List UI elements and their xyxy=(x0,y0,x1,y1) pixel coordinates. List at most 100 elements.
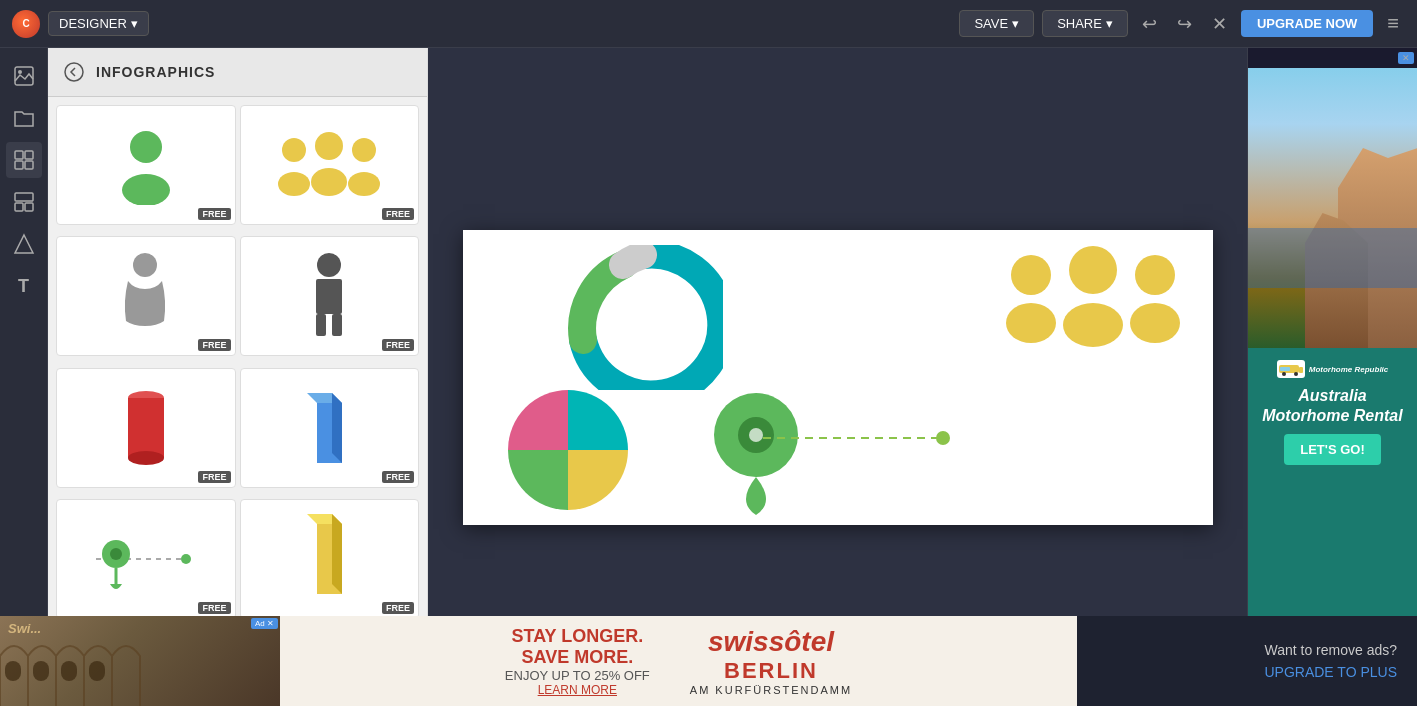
app-logo: C xyxy=(12,10,40,38)
svg-rect-5 xyxy=(25,161,33,169)
sidebar-item-images[interactable] xyxy=(6,58,42,94)
ad-brand-name: Motorhome Republic xyxy=(1309,365,1389,374)
svg-rect-6 xyxy=(15,193,33,201)
svg-point-12 xyxy=(122,174,170,205)
share-label: SHARE xyxy=(1057,16,1102,31)
svg-rect-56 xyxy=(1280,367,1290,371)
swissotel-brand-name: swissôtel xyxy=(708,626,834,658)
ad-line3: ENJOY UP TO 25% OFF xyxy=(505,668,650,683)
redo-button[interactable]: ↪ xyxy=(1171,9,1198,39)
close-button[interactable]: ✕ xyxy=(1206,9,1233,39)
ad-x-button[interactable]: ✕ xyxy=(1398,52,1414,64)
right-ad-panel: ✕ Mo xyxy=(1247,48,1417,706)
bottom-ad-text: STAY LONGER. SAVE MORE. ENJOY UP TO 25% … xyxy=(505,626,650,697)
menu-button[interactable]: ≡ xyxy=(1381,8,1405,39)
ad-title: Australia Motorhome Rental xyxy=(1260,386,1405,426)
list-item[interactable]: FREE xyxy=(56,368,236,488)
toolbar: C DESIGNER ▾ SAVE ▾ SHARE ▾ ↩ ↪ ✕ UPGRAD… xyxy=(0,0,1417,48)
svg-point-43 xyxy=(749,428,763,442)
motorhome-icon xyxy=(1277,360,1305,378)
svg-point-51 xyxy=(1130,303,1180,343)
svg-marker-29 xyxy=(332,393,342,463)
infographics-panel: INFOGRAPHICS FREE xyxy=(48,48,428,706)
svg-point-15 xyxy=(315,132,343,160)
svg-rect-4 xyxy=(15,161,23,169)
sidebar-item-folders[interactable] xyxy=(6,100,42,136)
list-item[interactable]: FREE xyxy=(240,499,420,619)
svg-point-46 xyxy=(1011,255,1051,295)
svg-rect-22 xyxy=(316,314,326,336)
svg-point-14 xyxy=(278,172,310,196)
text-icon: T xyxy=(18,276,29,297)
pie-chart xyxy=(503,385,633,515)
free-badge: FREE xyxy=(198,339,230,351)
list-item[interactable]: FREE xyxy=(56,105,236,225)
free-badge: FREE xyxy=(382,471,414,483)
svg-point-54 xyxy=(1282,372,1286,376)
svg-rect-59 xyxy=(61,661,77,681)
ad-learn-more-link[interactable]: LEARN MORE xyxy=(505,683,650,697)
designer-dropdown[interactable]: DESIGNER ▾ xyxy=(48,11,149,36)
bottom-ad-brand-preview: Swi... xyxy=(8,621,41,636)
save-button[interactable]: SAVE ▾ xyxy=(959,10,1034,37)
list-item[interactable]: FREE xyxy=(56,236,236,356)
swissotel-logo: swissôtel BERLIN AM KURFÜRSTENDAMM xyxy=(690,626,852,696)
toolbar-right: SAVE ▾ SHARE ▾ ↩ ↪ ✕ UPGRADE NOW ≡ xyxy=(959,8,1405,39)
svg-rect-53 xyxy=(1299,367,1303,373)
svg-point-16 xyxy=(311,168,347,196)
svg-rect-7 xyxy=(15,203,23,211)
svg-point-49 xyxy=(1063,303,1123,347)
upgrade-to-plus-link[interactable]: UPGRADE TO PLUS xyxy=(1264,664,1397,680)
list-item[interactable]: FREE xyxy=(56,499,236,619)
svg-rect-60 xyxy=(89,661,105,681)
svg-rect-58 xyxy=(33,661,49,681)
list-item[interactable]: FREE xyxy=(240,105,420,225)
swissotel-city: BERLIN xyxy=(724,658,818,684)
main-layout: T INFOGRAPHICS FREE xyxy=(0,48,1417,706)
free-badge: FREE xyxy=(198,471,230,483)
bottom-ad-content: STAY LONGER. SAVE MORE. ENJOY UP TO 25% … xyxy=(280,616,1077,706)
panel-back-button[interactable] xyxy=(60,58,88,86)
ad-label: Ad xyxy=(255,619,265,628)
svg-point-26 xyxy=(128,451,164,465)
svg-point-48 xyxy=(1069,246,1117,294)
ad-cta-button[interactable]: LET'S GO! xyxy=(1284,434,1380,465)
share-chevron-icon: ▾ xyxy=(1106,16,1113,31)
svg-point-50 xyxy=(1135,255,1175,295)
save-label: SAVE xyxy=(974,16,1008,31)
list-item[interactable]: FREE xyxy=(240,368,420,488)
svg-rect-25 xyxy=(128,398,164,458)
panel-grid: FREE FREE xyxy=(48,97,427,706)
share-button[interactable]: SHARE ▾ xyxy=(1042,10,1128,37)
panel-title: INFOGRAPHICS xyxy=(96,64,215,80)
svg-rect-57 xyxy=(5,661,21,681)
svg-point-33 xyxy=(110,548,122,560)
list-item[interactable]: FREE xyxy=(240,236,420,356)
svg-point-47 xyxy=(1006,303,1056,343)
dotted-line xyxy=(763,423,963,453)
free-badge: FREE xyxy=(198,602,230,614)
chevron-down-icon: ▾ xyxy=(131,16,138,31)
canvas-people-group xyxy=(1003,245,1183,355)
sidebar-item-text[interactable]: T xyxy=(6,268,42,304)
svg-rect-23 xyxy=(332,314,342,336)
save-chevron-icon: ▾ xyxy=(1012,16,1019,31)
sidebar-item-grid[interactable] xyxy=(6,184,42,220)
svg-point-45 xyxy=(936,431,950,445)
svg-rect-8 xyxy=(25,203,33,211)
sidebar-item-layouts[interactable] xyxy=(6,142,42,178)
svg-marker-9 xyxy=(15,235,33,253)
upgrade-now-button[interactable]: UPGRADE NOW xyxy=(1241,10,1373,37)
svg-point-19 xyxy=(133,253,157,277)
canvas-board[interactable] xyxy=(463,230,1213,525)
svg-point-18 xyxy=(348,172,380,196)
svg-point-10 xyxy=(65,63,83,81)
ad-landscape-image xyxy=(1248,68,1417,348)
undo-button[interactable]: ↩ xyxy=(1136,9,1163,39)
bottom-ad-close-button[interactable]: Ad ✕ xyxy=(251,618,278,629)
ad-line2: SAVE MORE. xyxy=(505,647,650,668)
free-badge: FREE xyxy=(382,602,414,614)
sidebar-item-shapes[interactable] xyxy=(6,226,42,262)
ad-line1: STAY LONGER. xyxy=(505,626,650,647)
designer-label: DESIGNER xyxy=(59,16,127,31)
